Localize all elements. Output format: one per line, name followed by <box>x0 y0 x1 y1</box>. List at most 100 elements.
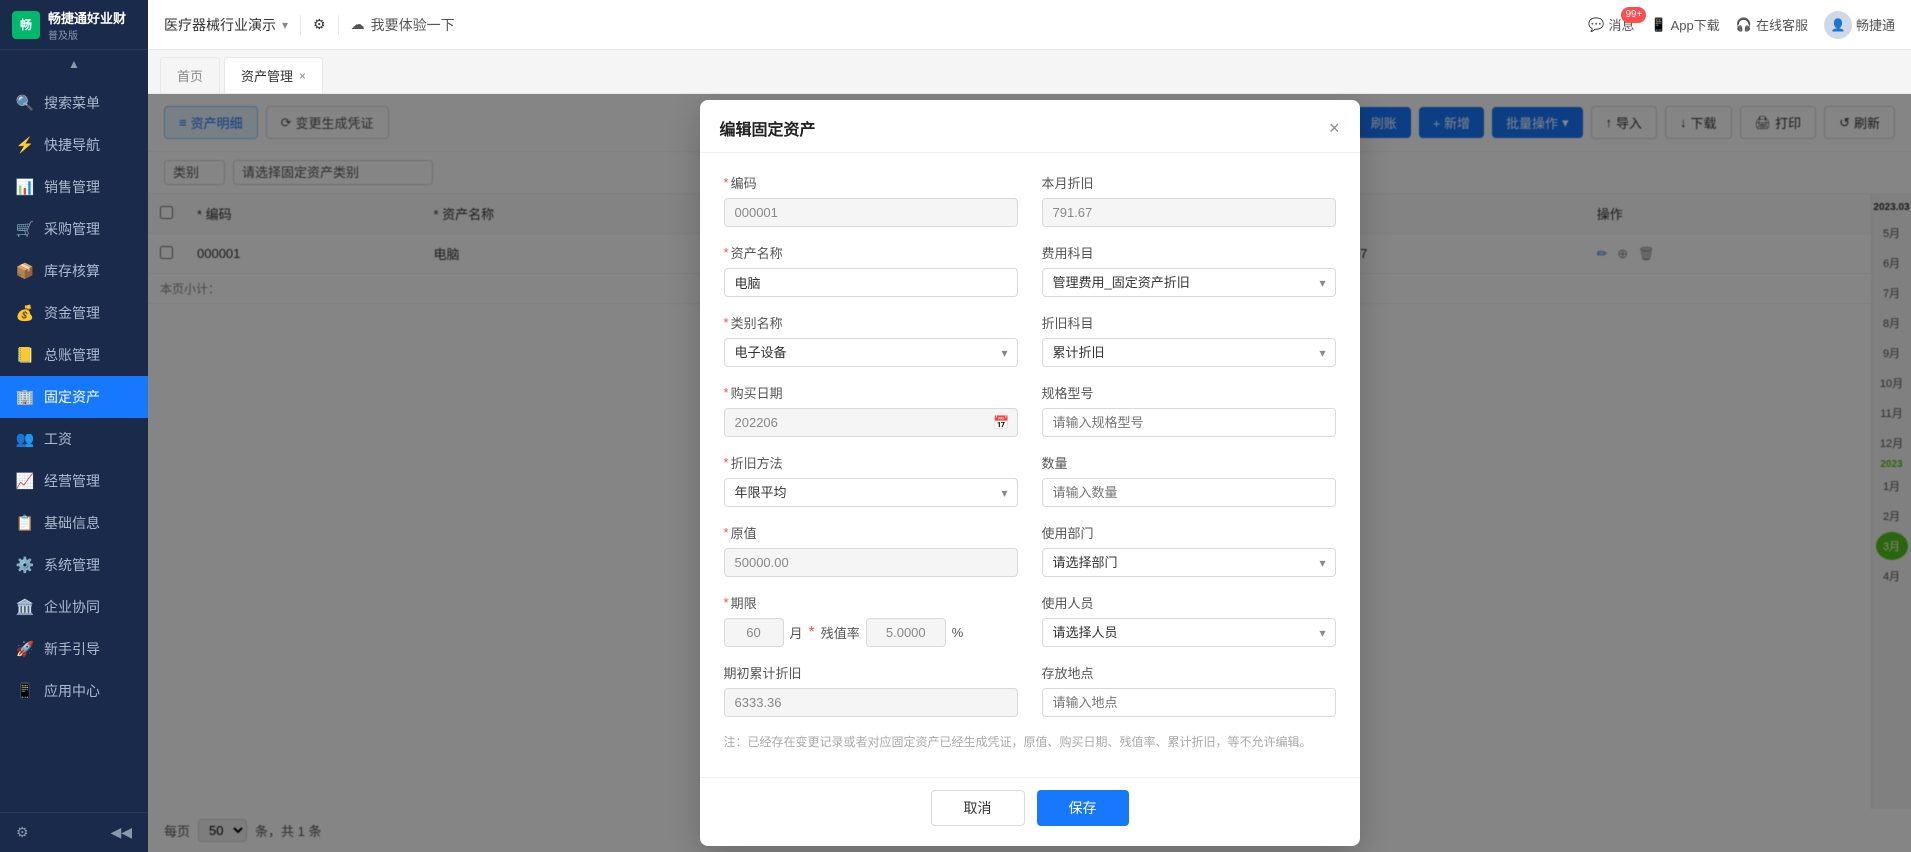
sidebar-item-inventory[interactable]: 📦 库存核算 <box>0 250 148 292</box>
sidebar-item-app-center[interactable]: 📱 应用中心 <box>0 670 148 712</box>
form-col-expense-subject: 费用科目 管理费用_固定资产折旧 <box>1042 243 1336 297</box>
quantity-input[interactable] <box>1042 478 1336 507</box>
sidebar-item-sales-label: 销售管理 <box>44 177 100 197</box>
topbar-divider-2 <box>338 15 339 35</box>
sidebar-item-payroll[interactable]: 👥 工资 <box>0 418 148 460</box>
department-select[interactable]: 请选择部门 <box>1042 548 1336 577</box>
online-service-btn[interactable]: 🎧 在线客服 <box>1736 15 1808 34</box>
sidebar-item-search-label: 搜索菜单 <box>44 93 100 113</box>
sidebar-item-finance[interactable]: 💰 资金管理 <box>0 292 148 334</box>
app-logo: 畅 <box>12 11 40 39</box>
experience-btn[interactable]: ☁ 我要体验一下 <box>351 15 455 35</box>
system-icon: ⚙️ <box>16 556 34 574</box>
form-col-original-value: * 原值 <box>724 523 1018 577</box>
tab-asset-management[interactable]: 资产管理 × <box>224 57 323 93</box>
user-avatar: 👤 <box>1824 11 1852 39</box>
sidebar-item-fixed-assets[interactable]: 🏢 固定资产 <box>0 376 148 418</box>
sidebar-item-quicknav[interactable]: ⚡ 快捷导航 <box>0 124 148 166</box>
app-download-label: App下载 <box>1671 15 1720 34</box>
demo-selector[interactable]: 医疗器械行业演示 ▾ <box>164 15 288 35</box>
sidebar-item-enterprise[interactable]: 🏛️ 企业协同 <box>0 586 148 628</box>
residual-rate-input[interactable] <box>866 618 946 647</box>
message-badge: 99+ <box>1621 7 1646 23</box>
app-title: 畅捷通好业财 <box>48 8 126 27</box>
payroll-icon: 👥 <box>16 430 34 448</box>
settings-icon[interactable]: ⚙ <box>16 824 29 841</box>
content-area: ≡ 资产明细 ⟳ 变更生成凭证 刷账 + 新增 批量操作 ▾ <box>148 94 1911 852</box>
code-input[interactable] <box>724 198 1018 227</box>
original-value-input[interactable] <box>724 548 1018 577</box>
department-select-wrap: 请选择部门 <box>1042 548 1336 577</box>
notice-text: 注：已经存在变更记录或者对应固定资产已经生成凭证，原值、购买日期、残值率、累计折… <box>724 733 1336 752</box>
dep-method-select[interactable]: 年限平均 <box>724 478 1018 507</box>
sales-icon: 📊 <box>16 178 34 196</box>
original-value-label: * 原值 <box>724 523 1018 542</box>
sidebar: 畅 畅捷通好业财 普及版 ▲ 🔍 搜索菜单 ⚡ 快捷导航 📊 销售管理 🛒 采购… <box>0 0 148 852</box>
sidebar-item-sales[interactable]: 📊 销售管理 <box>0 166 148 208</box>
app-center-icon: 📱 <box>16 682 34 700</box>
modal-close-btn[interactable]: × <box>1329 118 1340 139</box>
form-col-name: * 资产名称 <box>724 243 1018 297</box>
dep-subject-select-wrap: 累计折旧 <box>1042 338 1336 367</box>
residual-rate-unit: % <box>952 625 964 640</box>
form-col-dep-subject: 折旧科目 累计折旧 <box>1042 313 1336 367</box>
sidebar-item-basics[interactable]: 📋 基础信息 <box>0 502 148 544</box>
enterprise-icon: 🏛️ <box>16 598 34 616</box>
sidebar-item-system[interactable]: ⚙️ 系统管理 <box>0 544 148 586</box>
expense-subject-label: 费用科目 <box>1042 243 1336 262</box>
sidebar-item-search[interactable]: 🔍 搜索菜单 <box>0 82 148 124</box>
category-select[interactable]: 电子设备 <box>724 338 1018 367</box>
user-profile[interactable]: 👤 畅捷通 <box>1824 11 1895 39</box>
purchase-date-input[interactable] <box>724 408 1018 437</box>
dep-subject-select[interactable]: 累计折旧 <box>1042 338 1336 367</box>
app-download-btn[interactable]: 📱 App下载 <box>1650 15 1719 34</box>
user-select[interactable]: 请选择人员 <box>1042 618 1336 647</box>
asset-name-input[interactable] <box>724 268 1018 297</box>
form-col-code: * 编码 <box>724 173 1018 227</box>
tab-asset-label: 资产管理 <box>241 66 293 85</box>
spec-model-input[interactable] <box>1042 408 1336 437</box>
user-name: 畅捷通 <box>1856 15 1895 34</box>
period-input[interactable] <box>724 618 784 647</box>
department-label: 使用部门 <box>1042 523 1336 542</box>
purchase-date-label: * 购买日期 <box>724 383 1018 402</box>
form-col-quantity: 数量 <box>1042 453 1336 507</box>
save-button[interactable]: 保存 <box>1037 790 1129 826</box>
sidebar-item-purchase[interactable]: 🛒 采购管理 <box>0 208 148 250</box>
tab-home[interactable]: 首页 <box>160 57 220 93</box>
topbar-divider-1 <box>300 15 301 35</box>
message-btn[interactable]: 💬 消息 99+ <box>1588 15 1634 34</box>
form-row-2: * 资产名称 费用科目 管理费用_固定资产折旧 <box>724 243 1336 297</box>
avatar-icon: 👤 <box>1831 18 1846 32</box>
tab-close-icon[interactable]: × <box>299 69 306 83</box>
expense-subject-select[interactable]: 管理费用_固定资产折旧 <box>1042 268 1336 297</box>
monthly-dep-input <box>1042 198 1336 227</box>
form-col-purchase-date: * 购买日期 <box>724 383 1018 437</box>
user-label: 使用人员 <box>1042 593 1336 612</box>
sidebar-scroll-up[interactable]: ▲ <box>0 50 148 78</box>
category-label: * 类别名称 <box>724 313 1018 332</box>
app-title-block: 畅捷通好业财 普及版 <box>48 8 126 42</box>
sidebar-item-system-label: 系统管理 <box>44 555 100 575</box>
sidebar-item-operations[interactable]: 📈 经营管理 <box>0 460 148 502</box>
sidebar-item-guide[interactable]: 🚀 新手引导 <box>0 628 148 670</box>
residual-rate-label: 残值率 <box>821 623 860 642</box>
download-icon: 📱 <box>1650 17 1666 33</box>
collapse-icon[interactable]: ◀◀ <box>110 824 132 841</box>
location-input[interactable] <box>1042 688 1336 717</box>
sidebar-item-ledger[interactable]: 📒 总账管理 <box>0 334 148 376</box>
search-icon: 🔍 <box>16 94 34 112</box>
settings-btn[interactable]: ⚙ <box>313 16 326 33</box>
dep-subject-label: 折旧科目 <box>1042 313 1336 332</box>
sidebar-item-payroll-label: 工资 <box>44 429 72 449</box>
form-col-user: 使用人员 请选择人员 <box>1042 593 1336 647</box>
modal-title: 编辑固定资产 <box>720 116 816 140</box>
code-label: * 编码 <box>724 173 1018 192</box>
sidebar-item-inventory-label: 库存核算 <box>44 261 100 281</box>
modal-footer: 取消 保存 <box>700 777 1360 846</box>
gear-icon: ⚙ <box>313 16 326 33</box>
initial-dep-input <box>724 688 1018 717</box>
cancel-button[interactable]: 取消 <box>931 790 1025 826</box>
form-col-monthly-dep: 本月折旧 <box>1042 173 1336 227</box>
topbar-right: 💬 消息 99+ 📱 App下载 🎧 在线客服 👤 畅捷通 <box>1588 11 1895 39</box>
